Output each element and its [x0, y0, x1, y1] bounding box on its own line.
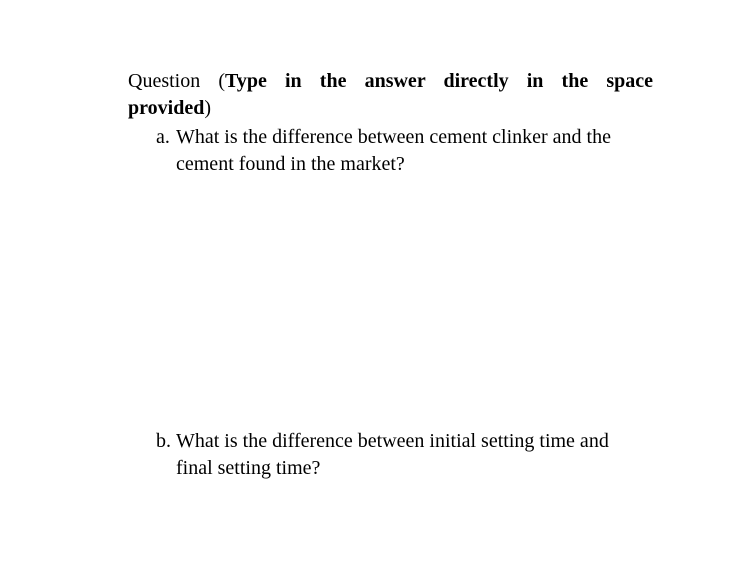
question-instruction-line1: Type in the answer directly in the space — [225, 70, 653, 92]
question-item-a: a. What is the difference between cement… — [128, 124, 653, 178]
question-suffix: ) — [204, 97, 211, 119]
item-a-text-line1: What is the difference between cement cl… — [176, 124, 653, 151]
item-a-marker: a. — [156, 124, 170, 151]
question-item-b: b. What is the difference between initia… — [128, 428, 653, 482]
item-a-text-line2: cement found in the market? — [176, 151, 653, 178]
item-b-text-line2: final setting time? — [176, 455, 653, 482]
item-b-marker: b. — [156, 428, 171, 455]
question-prefix: Question ( — [128, 70, 225, 92]
item-b-text-line1: What is the difference between initial s… — [176, 428, 653, 455]
question-instruction-line2: provided — [128, 97, 204, 119]
question-header-line2: provided) — [128, 95, 653, 122]
question-header-line1: Question (Type in the answer directly in… — [128, 68, 653, 95]
